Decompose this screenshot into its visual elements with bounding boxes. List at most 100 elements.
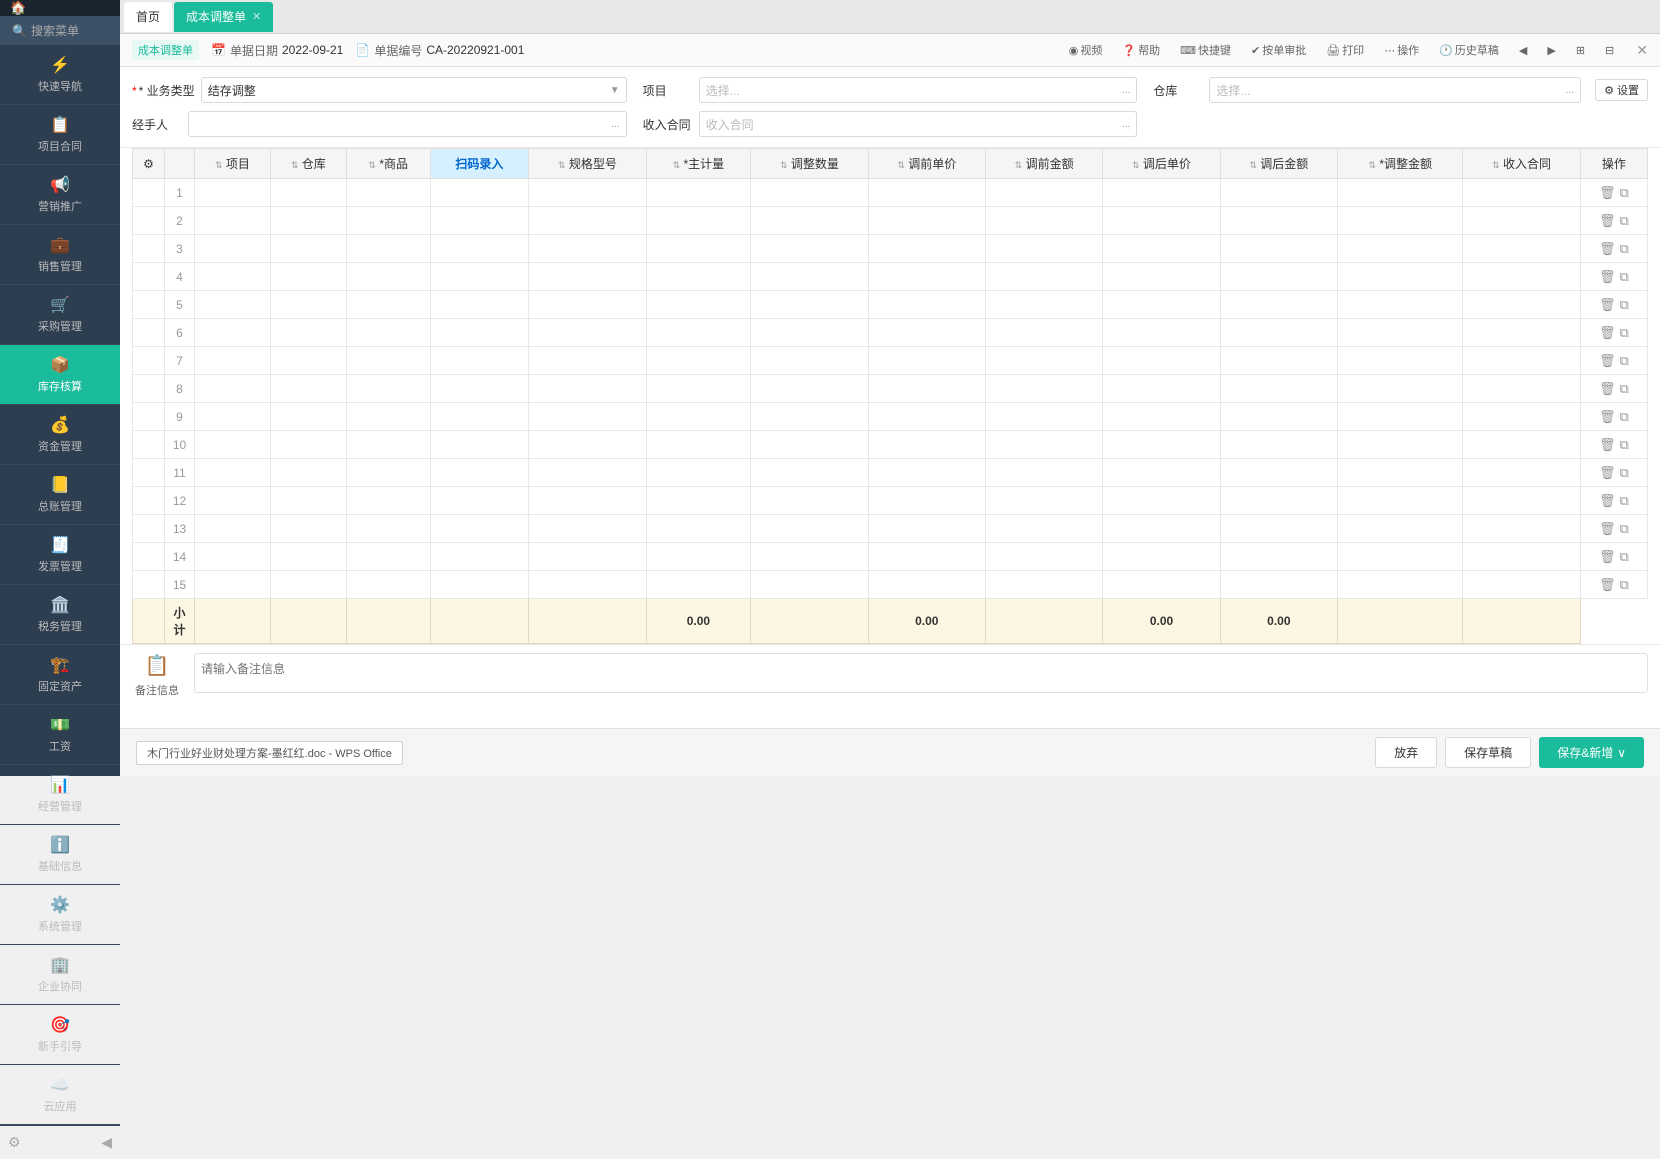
col-header-warehouse[interactable]: ⇅ 仓库	[270, 149, 346, 179]
col-header-pre-amount[interactable]: ⇅ 调前金额	[985, 149, 1102, 179]
cell-post-unit-price[interactable]	[1103, 235, 1220, 263]
cell-pre-unit-price[interactable]	[868, 291, 985, 319]
handler-dots[interactable]: ...	[611, 119, 619, 130]
cell-post-unit-price[interactable]	[1103, 179, 1220, 207]
cell-post-amount[interactable]	[1220, 347, 1337, 375]
delete-row-icon[interactable]: 🗑	[1599, 521, 1616, 537]
cell-adj-amount[interactable]	[1338, 375, 1463, 403]
copy-row-icon[interactable]: ⧉	[1620, 577, 1629, 593]
cell-unit[interactable]	[646, 263, 751, 291]
cell-adj-amount[interactable]	[1338, 263, 1463, 291]
review-btn[interactable]: ✔ 按单审批	[1245, 40, 1312, 60]
cell-spec[interactable]	[529, 375, 646, 403]
cell-pre-unit-price[interactable]	[868, 487, 985, 515]
delete-row-icon[interactable]: 🗑	[1599, 409, 1616, 425]
cell-post-unit-price[interactable]	[1103, 515, 1220, 543]
sidebar-item-sales[interactable]: 💼 销售管理	[0, 225, 120, 285]
cell-post-unit-price[interactable]	[1103, 291, 1220, 319]
cell-unit[interactable]	[646, 571, 751, 599]
cell-adj-amount[interactable]	[1338, 235, 1463, 263]
cell-spec[interactable]	[529, 487, 646, 515]
cell-pre-amount[interactable]	[985, 459, 1102, 487]
cell-scan[interactable]	[430, 347, 529, 375]
cell-post-unit-price[interactable]	[1103, 403, 1220, 431]
cell-post-unit-price[interactable]	[1103, 319, 1220, 347]
copy-row-icon[interactable]: ⧉	[1620, 549, 1629, 565]
sidebar-search[interactable]: 🔍 搜索菜单	[0, 16, 120, 45]
cell-pre-unit-price[interactable]	[868, 319, 985, 347]
cell-pre-amount[interactable]	[985, 375, 1102, 403]
cell-adj-amount[interactable]	[1338, 515, 1463, 543]
cell-income-contract[interactable]	[1463, 235, 1580, 263]
cell-post-unit-price[interactable]	[1103, 487, 1220, 515]
cell-income-contract[interactable]	[1463, 431, 1580, 459]
cell-scan[interactable]	[430, 207, 529, 235]
copy-row-icon[interactable]: ⧉	[1620, 241, 1629, 257]
col-header-adj-amount[interactable]: ⇅ *调整金额	[1338, 149, 1463, 179]
delete-row-icon[interactable]: 🗑	[1599, 185, 1616, 201]
col-header-spec[interactable]: ⇅ 规格型号	[529, 149, 646, 179]
cell-scan[interactable]	[430, 291, 529, 319]
shortcut-btn[interactable]: ⌨ 快捷键	[1174, 40, 1237, 60]
cell-adj-qty[interactable]	[751, 487, 868, 515]
cell-adj-amount[interactable]	[1338, 543, 1463, 571]
cell-warehouse[interactable]	[270, 375, 346, 403]
view-btn[interactable]: ◉ 视频	[1063, 40, 1109, 60]
sidebar-item-fixed-assets[interactable]: 🏗️ 固定资产	[0, 645, 120, 705]
cell-pre-amount[interactable]	[985, 207, 1102, 235]
cell-pre-amount[interactable]	[985, 347, 1102, 375]
cell-post-amount[interactable]	[1220, 207, 1337, 235]
cell-adj-amount[interactable]	[1338, 347, 1463, 375]
cell-post-amount[interactable]	[1220, 459, 1337, 487]
cell-product[interactable]	[346, 207, 430, 235]
cell-project[interactable]	[195, 487, 271, 515]
cell-post-amount[interactable]	[1220, 375, 1337, 403]
cell-unit[interactable]	[646, 235, 751, 263]
cell-post-unit-price[interactable]	[1103, 263, 1220, 291]
copy-row-icon[interactable]: ⧉	[1620, 465, 1629, 481]
cell-scan[interactable]	[430, 459, 529, 487]
cell-scan[interactable]	[430, 487, 529, 515]
cell-project[interactable]	[195, 403, 271, 431]
cell-unit[interactable]	[646, 487, 751, 515]
cell-spec[interactable]	[529, 403, 646, 431]
copy-row-icon[interactable]: ⧉	[1620, 185, 1629, 201]
cell-spec[interactable]	[529, 319, 646, 347]
cell-product[interactable]	[346, 543, 430, 571]
sidebar-item-cloud[interactable]: ☁️ 云应用	[0, 1065, 120, 1125]
cell-pre-amount[interactable]	[985, 515, 1102, 543]
cell-project[interactable]	[195, 179, 271, 207]
cell-warehouse[interactable]	[270, 459, 346, 487]
grid-view-btn[interactable]: ⊞	[1570, 42, 1591, 59]
cell-pre-unit-price[interactable]	[868, 179, 985, 207]
col-header-unit[interactable]: ⇅ *主计量	[646, 149, 751, 179]
cell-adj-qty[interactable]	[751, 571, 868, 599]
cell-scan[interactable]	[430, 403, 529, 431]
col-header-post-amount[interactable]: ⇅ 调后金额	[1220, 149, 1337, 179]
tab-cost-adjust[interactable]: 成本调整单 ✕	[174, 2, 273, 32]
sidebar-item-operations[interactable]: 📊 经营管理	[0, 765, 120, 825]
cell-adj-qty[interactable]	[751, 459, 868, 487]
cell-pre-unit-price[interactable]	[868, 347, 985, 375]
cell-warehouse[interactable]	[270, 515, 346, 543]
copy-row-icon[interactable]: ⧉	[1620, 353, 1629, 369]
cell-adj-qty[interactable]	[751, 207, 868, 235]
sidebar-item-enterprise[interactable]: 🏢 企业协同	[0, 945, 120, 1005]
col-header-pre-unit-price[interactable]: ⇅ 调前单价	[868, 149, 985, 179]
cell-pre-amount[interactable]	[985, 543, 1102, 571]
cell-adj-qty[interactable]	[751, 543, 868, 571]
cell-pre-amount[interactable]	[985, 403, 1102, 431]
cell-project[interactable]	[195, 235, 271, 263]
cell-income-contract[interactable]	[1463, 543, 1580, 571]
cell-pre-unit-price[interactable]	[868, 403, 985, 431]
cell-pre-amount[interactable]	[985, 571, 1102, 599]
cell-warehouse[interactable]	[270, 543, 346, 571]
cell-post-unit-price[interactable]	[1103, 207, 1220, 235]
sidebar-item-invoice[interactable]: 🧾 发票管理	[0, 525, 120, 585]
cell-product[interactable]	[346, 571, 430, 599]
cell-scan[interactable]	[430, 179, 529, 207]
cell-spec[interactable]	[529, 179, 646, 207]
split-view-btn[interactable]: ⊟	[1599, 42, 1620, 59]
delete-row-icon[interactable]: 🗑	[1599, 297, 1616, 313]
cell-pre-unit-price[interactable]	[868, 515, 985, 543]
